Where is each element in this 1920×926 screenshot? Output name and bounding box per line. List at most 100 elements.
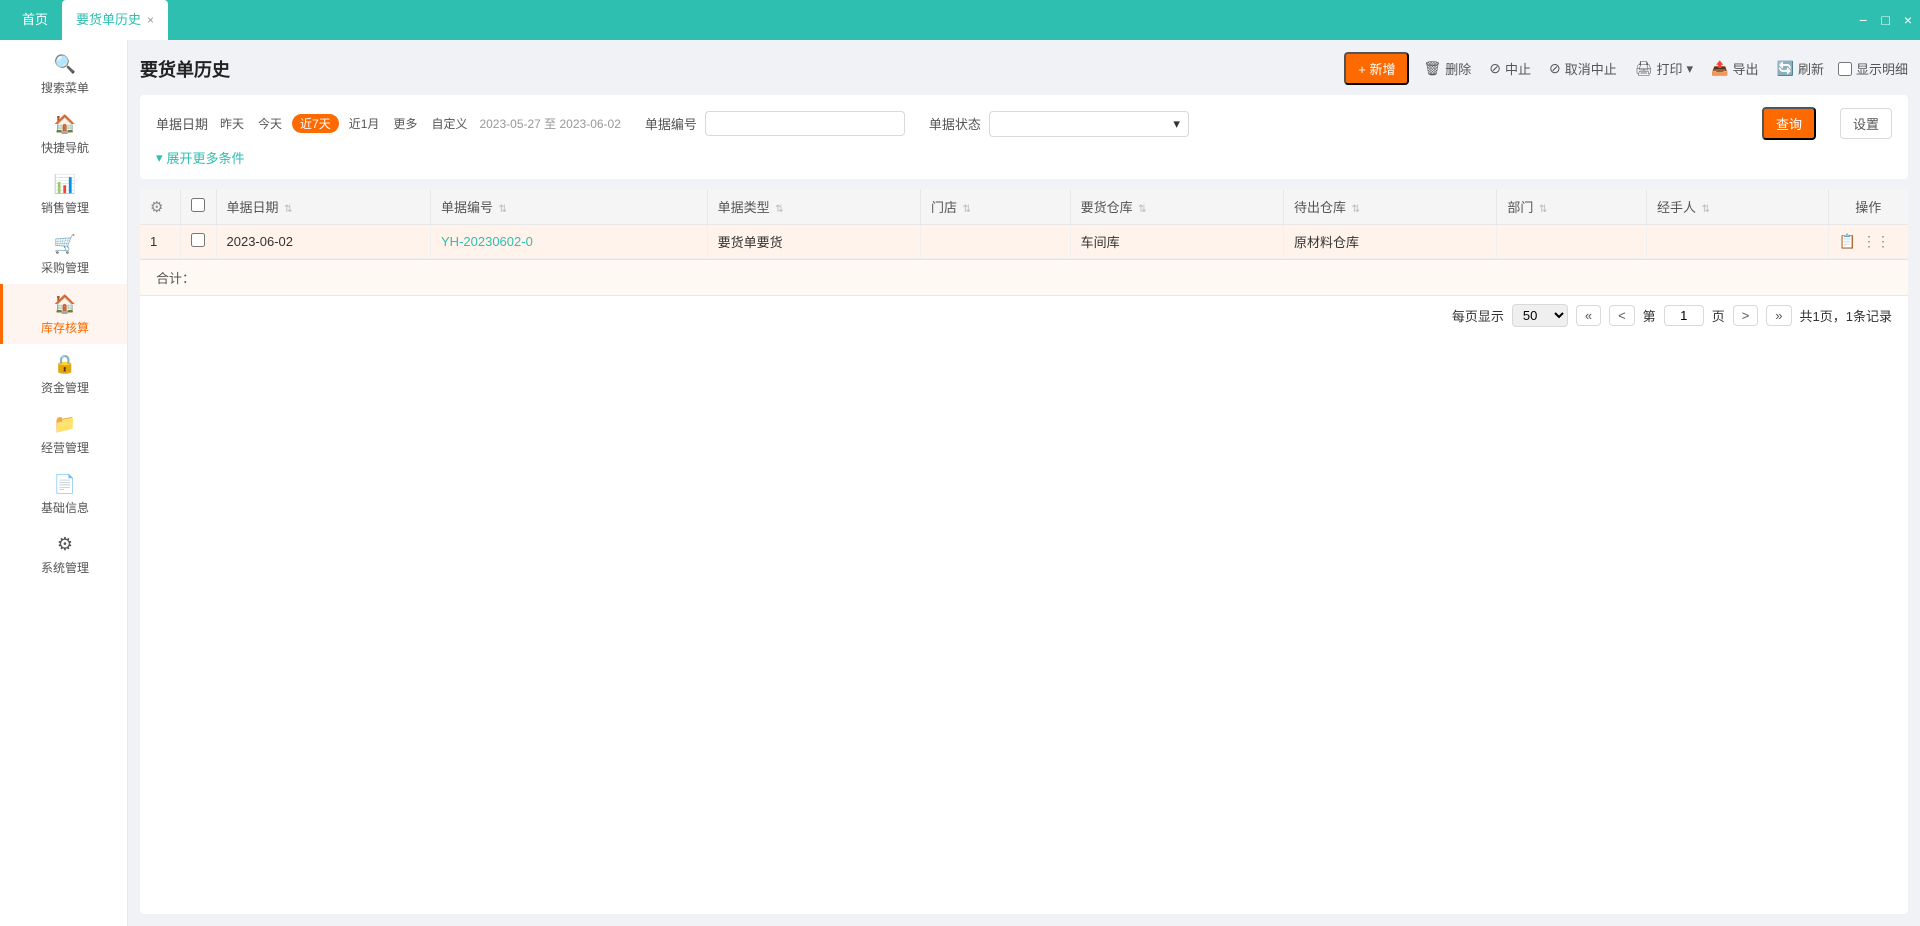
export-button[interactable]: 📤 导出 — [1707, 55, 1762, 82]
query-button[interactable]: 查询 — [1762, 107, 1816, 140]
date-option-yesterday[interactable]: 昨天 — [216, 114, 248, 133]
docstatus-select[interactable]: ▾ — [989, 111, 1189, 137]
export-label: 导出 — [1733, 59, 1759, 78]
stop-icon: ⊘ — [1489, 60, 1501, 77]
settings-button[interactable]: 设置 — [1840, 108, 1892, 139]
purchase-icon: 🛒 — [54, 234, 76, 255]
sidebar-item-ops-mgmt[interactable]: 📁 经营管理 — [0, 404, 127, 464]
th-department-label: 部门 — [1507, 200, 1533, 215]
table-row[interactable]: 1 2023-06-02 YH-20230602-0 要货单要货 车间库 原材料… — [140, 225, 1908, 259]
select-all-checkbox[interactable] — [191, 198, 205, 212]
th-handler[interactable]: 经手人 ⇅ — [1646, 189, 1828, 225]
prev-page-button[interactable]: < — [1609, 305, 1635, 326]
tab-requisition-history[interactable]: 要货单历史 × — [62, 0, 168, 40]
cell-checkbox — [180, 225, 216, 259]
display-detail-label: 显示明细 — [1856, 59, 1908, 78]
th-operations-label: 操作 — [1855, 200, 1881, 215]
date-option-more[interactable]: 更多 — [389, 114, 421, 133]
th-settings[interactable]: ⚙ — [140, 189, 180, 225]
main-layout: 🔍 搜索菜单 🏠 快捷导航 📊 销售管理 🛒 采购管理 🏠 库存核算 🔒 资金管… — [0, 40, 1920, 926]
th-checkbox — [180, 189, 216, 225]
row-edit-icon[interactable]: 📋 — [1839, 233, 1856, 250]
sidebar-item-quick-nav[interactable]: 🏠 快捷导航 — [0, 104, 127, 164]
date-option-last1month[interactable]: 近1月 — [345, 114, 384, 133]
sidebar-item-sales-mgmt[interactable]: 📊 销售管理 — [0, 164, 127, 224]
sidebar-item-basic-info[interactable]: 📄 基础信息 — [0, 464, 127, 524]
tab-home[interactable]: 首页 — [8, 0, 62, 40]
th-doc-no[interactable]: 单据编号 ⇅ — [431, 189, 708, 225]
delete-label: 删除 — [1445, 59, 1471, 78]
th-req-warehouse[interactable]: 要货仓库 ⇅ — [1070, 189, 1283, 225]
cell-operations: 📋 ⋮⋮ — [1828, 225, 1908, 259]
sidebar-label-ops: 经营管理 — [41, 439, 89, 456]
delete-button[interactable]: 🗑 删除 — [1419, 55, 1475, 82]
th-doc-type[interactable]: 单据类型 ⇅ — [707, 189, 920, 225]
expand-more-button[interactable]: ▾ 展开更多条件 — [156, 148, 245, 167]
stop-button[interactable]: ⊘ 中止 — [1485, 55, 1535, 82]
goto-label: 第 — [1643, 306, 1656, 325]
export-icon: 📤 — [1711, 60, 1728, 77]
finance-icon: 🔒 — [54, 354, 76, 375]
th-handler-sort-icon: ⇅ — [1702, 204, 1710, 215]
sidebar-label-purchase: 采购管理 — [41, 259, 89, 276]
inventory-icon: 🏠 — [54, 294, 76, 315]
sidebar-item-finance-mgmt[interactable]: 🔒 资金管理 — [0, 344, 127, 404]
ops-icon: 📁 — [54, 414, 76, 435]
th-pending-warehouse[interactable]: 待出仓库 ⇅ — [1283, 189, 1496, 225]
column-settings-icon[interactable]: ⚙ — [150, 199, 163, 216]
total-info: 共1页，1条记录 — [1800, 306, 1892, 325]
row-checkbox[interactable] — [191, 233, 205, 247]
sidebar-label-finance: 资金管理 — [41, 379, 89, 396]
query-label: 查询 — [1776, 114, 1802, 133]
new-button[interactable]: + 新增 — [1344, 52, 1409, 85]
quick-nav-icon: 🏠 — [54, 114, 76, 135]
window-maximize-icon[interactable]: □ — [1881, 12, 1889, 28]
sidebar-item-purchase-mgmt[interactable]: 🛒 采购管理 — [0, 224, 127, 284]
print-label: 打印 — [1657, 59, 1683, 78]
cancel-stop-icon: ⊘ — [1549, 60, 1561, 77]
sidebar-item-inventory[interactable]: 🏠 库存核算 — [0, 284, 127, 344]
date-option-last7[interactable]: 近7天 — [292, 114, 339, 133]
last-page-button[interactable]: » — [1766, 305, 1791, 326]
page-size-select[interactable]: 20 50 100 200 — [1512, 304, 1568, 327]
cell-handler — [1646, 225, 1828, 259]
table-wrapper: ⚙ 单据日期 ⇅ 单据编号 ⇅ — [140, 189, 1908, 914]
sales-icon: 📊 — [54, 174, 76, 195]
docstatus-filter-group: 单据状态 ▾ — [929, 111, 1189, 137]
display-detail-toggle[interactable]: 显示明细 — [1838, 59, 1908, 78]
page-input[interactable] — [1664, 305, 1704, 326]
tab-requisition-label: 要货单历史 — [76, 0, 141, 40]
sidebar-item-system-mgmt[interactable]: ⚙ 系统管理 — [0, 524, 127, 584]
filter-panel: 单据日期 昨天 今天 近7天 近1月 更多 自定义 2023-05-27 至 2… — [140, 95, 1908, 179]
total-label: 合计： — [156, 268, 195, 287]
docno-input[interactable] — [705, 111, 905, 136]
settings-label: 设置 — [1853, 114, 1879, 133]
date-option-today[interactable]: 今天 — [254, 114, 286, 133]
table-body: 1 2023-06-02 YH-20230602-0 要货单要货 车间库 原材料… — [140, 225, 1908, 259]
display-detail-checkbox[interactable] — [1838, 62, 1852, 76]
th-pending-warehouse-label: 待出仓库 — [1294, 200, 1346, 215]
new-button-label: + 新增 — [1358, 59, 1395, 78]
window-controls: − □ × — [1859, 12, 1912, 28]
refresh-button[interactable]: 🔄 刷新 — [1773, 55, 1828, 82]
first-page-button[interactable]: « — [1576, 305, 1601, 326]
date-option-custom[interactable]: 自定义 — [427, 114, 471, 133]
sidebar-item-search-menu[interactable]: 🔍 搜索菜单 — [0, 44, 127, 104]
cell-doc-date: 2023-06-02 — [216, 225, 431, 259]
window-minimize-icon[interactable]: − — [1859, 12, 1867, 28]
tab-close-icon[interactable]: × — [147, 0, 154, 40]
doc-no-link[interactable]: YH-20230602-0 — [441, 234, 533, 249]
th-department[interactable]: 部门 ⇅ — [1497, 189, 1647, 225]
th-store[interactable]: 门店 ⇅ — [920, 189, 1070, 225]
row-more-icon[interactable]: ⋮⋮ — [1862, 233, 1890, 250]
window-close-icon[interactable]: × — [1904, 12, 1912, 28]
docno-filter-group: 单据编号 — [645, 111, 905, 136]
cancel-stop-button[interactable]: ⊘ 取消中止 — [1545, 55, 1621, 82]
print-button[interactable]: 🖨 打印 ▾ — [1631, 55, 1697, 82]
next-page-button[interactable]: > — [1733, 305, 1759, 326]
filter-row-1: 单据日期 昨天 今天 近7天 近1月 更多 自定义 2023-05-27 至 2… — [156, 107, 1892, 140]
th-doc-no-label: 单据编号 — [441, 200, 493, 215]
print-chevron-icon: ▾ — [1687, 61, 1694, 77]
th-doc-date[interactable]: 单据日期 ⇅ — [216, 189, 431, 225]
sidebar-label-inventory: 库存核算 — [41, 319, 89, 336]
